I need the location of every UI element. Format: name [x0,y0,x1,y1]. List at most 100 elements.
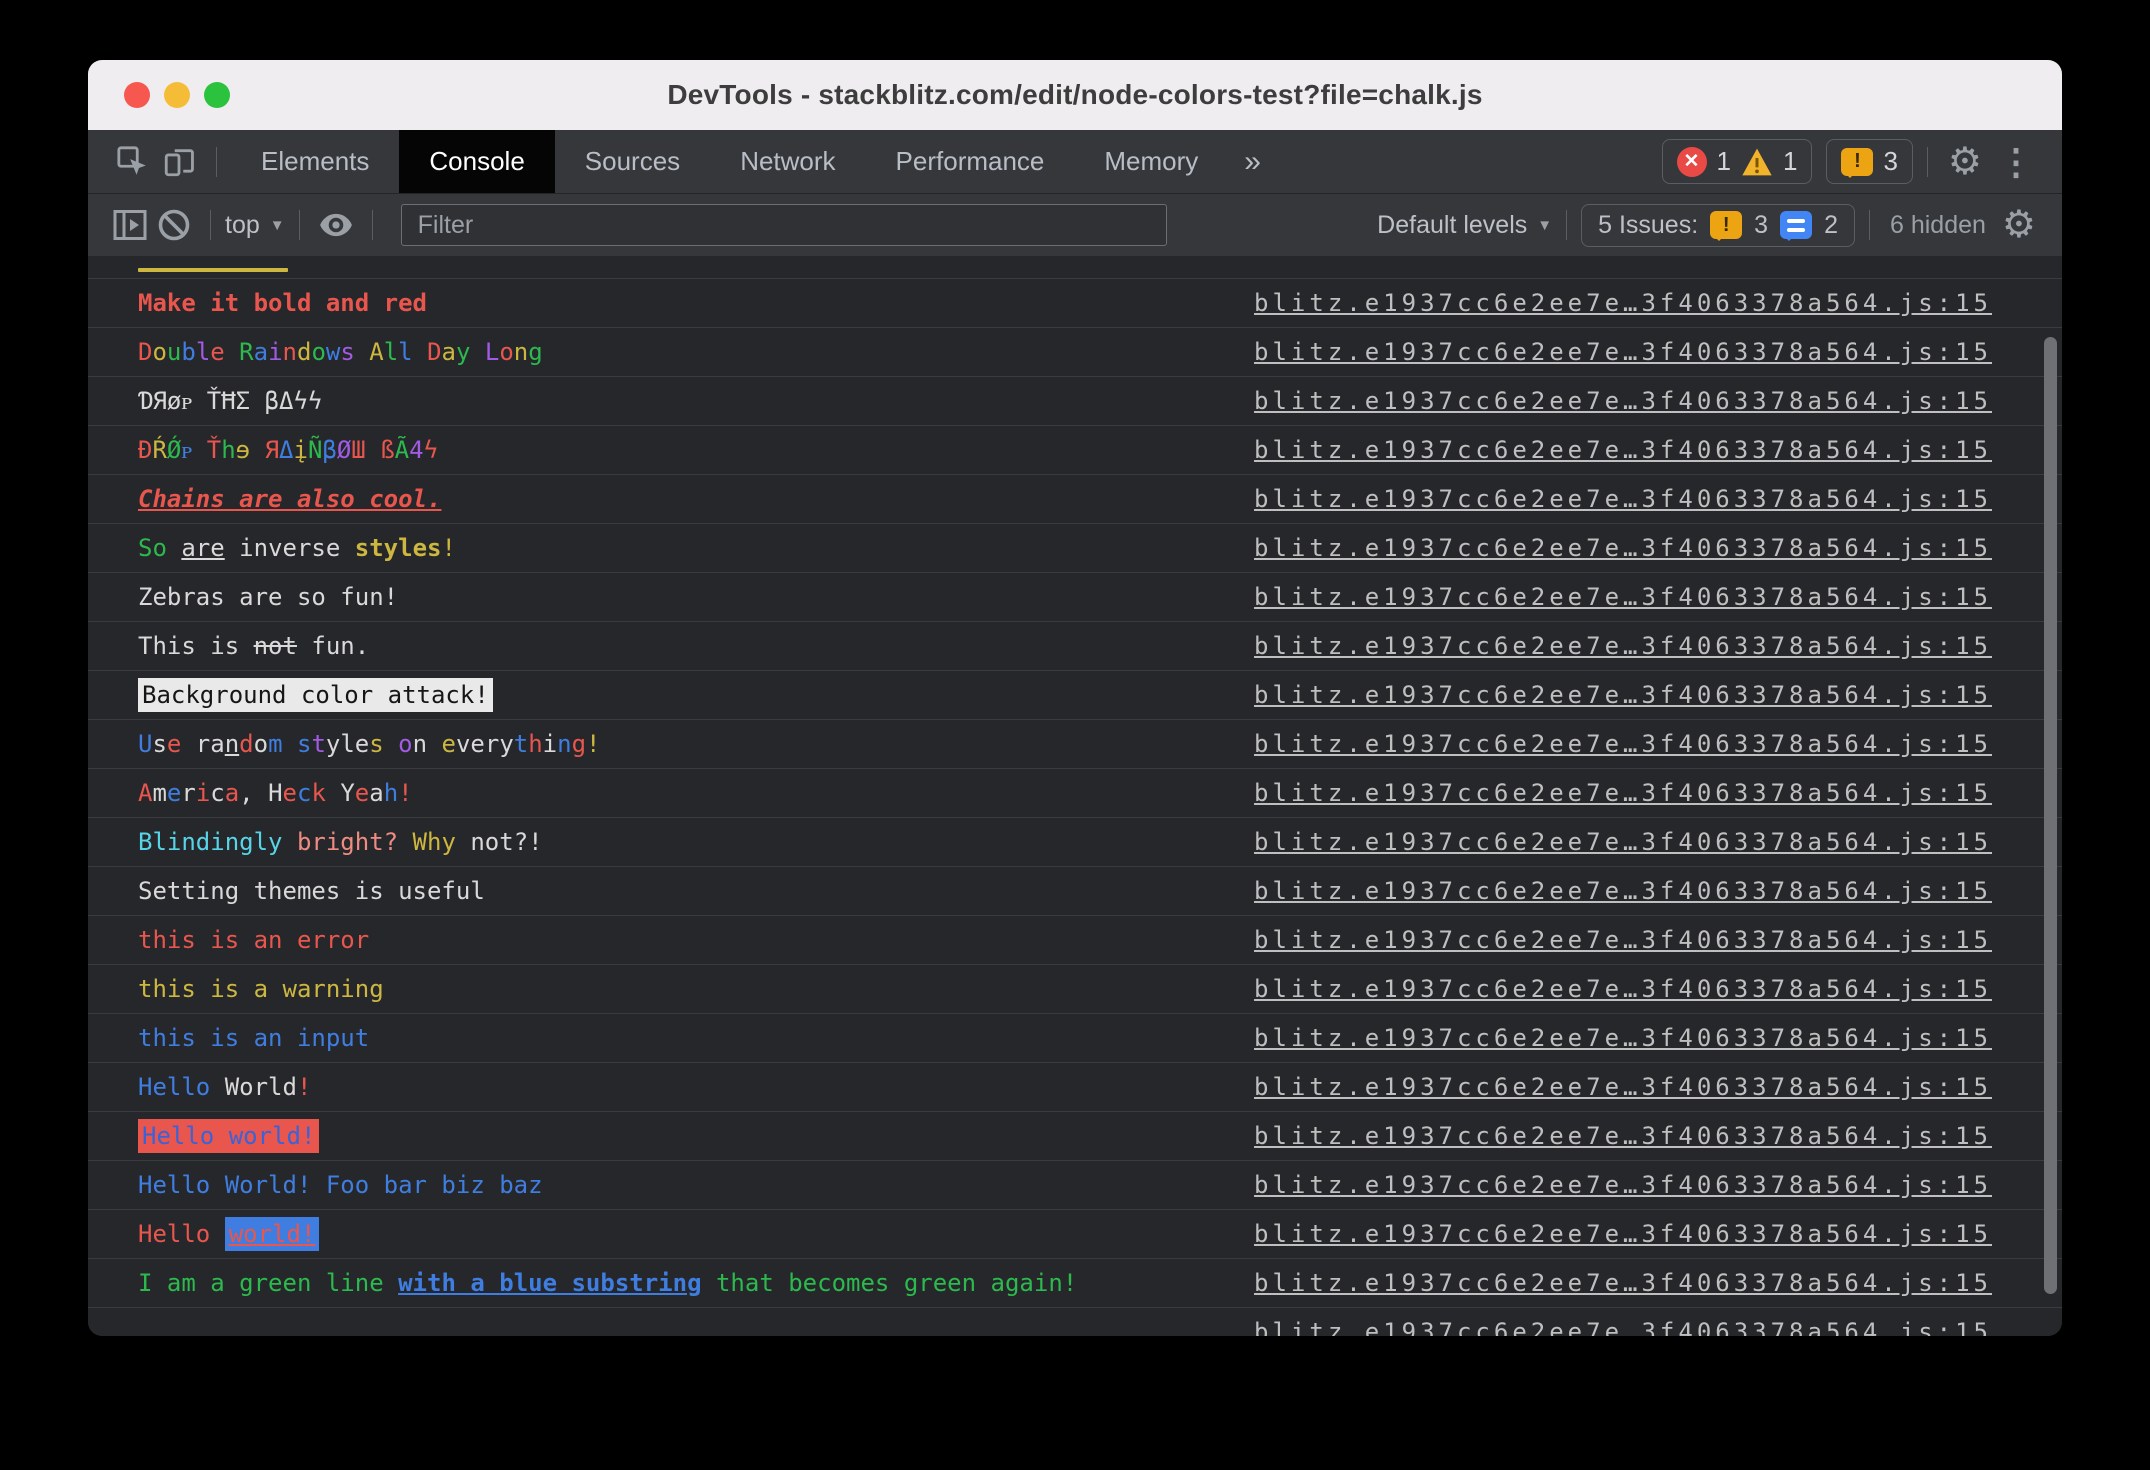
divider [1566,210,1568,240]
minimize-window-button[interactable] [164,82,190,108]
source-link[interactable]: blitz.e1937cc6e2ee7e…3f4063378a564.js:15 [1254,779,1992,807]
divider [216,146,217,177]
console-row: Setting themes is useful blitz.e1937cc6e2… [88,867,2062,916]
source-link[interactable]: blitz.e1937cc6e2ee7e…3f4063378a564.js:15 [1254,485,1992,513]
log-levels-selector[interactable]: Default levels ▼ [1377,211,1552,240]
issues-label: 5 Issues: [1598,210,1699,239]
console-row: Use ra n d o m s t yle s on e very t h i n g! blitz.e1… [88,720,2062,769]
divider [210,210,211,240]
window-title: DevTools - stackblitz.com/edit/node-colo… [667,79,1483,110]
device-toolbar-icon[interactable] [156,139,202,185]
console-row: Hello world! blitz.e1937cc6e2ee7e…3f40633… [88,1210,2062,1259]
breaking-issue-count: 3 [1754,210,1769,239]
console-message: Setting themes is useful [138,877,485,905]
source-link[interactable]: blitz.e1937cc6e2ee7e…3f4063378a564.js:15 [1254,1269,1992,1297]
console-message [138,268,288,278]
close-window-button[interactable] [124,82,150,108]
console-toolbar: top ▼ Default levels ▼ 5 Issues: ! 3 2 6… [88,194,2062,257]
console-message: Double Raindows All Day Long [138,338,543,366]
console-row: America, Heck Ye a h! blitz.e1937cc6e2ee7e…… [88,769,2062,818]
console-row: Zebras are so fun! blitz.e1937cc6e2ee7e…3… [88,573,2062,622]
console-row: This is not fun. blitz.e1937cc6e2ee7e…3f4… [88,622,2062,671]
console-row: Hello World! Foo bar biz baz blitz.e1937c… [88,1161,2062,1210]
console-settings-gear-icon[interactable]: ⚙ [2002,206,2036,244]
title-bar: DevTools - stackblitz.com/edit/node-colo… [88,60,2062,130]
console-message: Blindingly bright? Why not?! [138,828,543,856]
source-link[interactable]: blitz.e1937cc6e2ee7e…3f4063378a564.js:15 [1254,1318,1992,1336]
console-row: this is a warning blitz.e1937cc6e2ee7e…3f… [88,965,2062,1014]
console-row: ƊЯøᴘ ŤĦΣ βΔϟϟ blitz.e1937cc6e2ee7e…3f4063… [88,377,2062,426]
console-row: blitz.e1937cc6e2ee7e…3f4063378a564.js:15 [88,1308,2062,1336]
source-link[interactable]: blitz.e1937cc6e2ee7e…3f4063378a564.js:15 [1254,583,1992,611]
source-link[interactable]: blitz.e1937cc6e2ee7e…3f4063378a564.js:15 [1254,436,1992,464]
tab-memory[interactable]: Memory [1074,130,1228,193]
source-link[interactable]: blitz.e1937cc6e2ee7e…3f4063378a564.js:15 [1254,632,1992,660]
clear-console-icon[interactable] [152,203,196,247]
divider [1868,210,1870,240]
clipped-underline-remnant [138,268,288,272]
divider [1926,146,1928,177]
tab-performance[interactable]: Performance [866,130,1075,193]
inspect-element-icon[interactable] [110,139,156,185]
source-link[interactable]: blitz.e1937cc6e2ee7e…3f4063378a564.js:15 [1254,828,1992,856]
sidebar-toggle-icon[interactable] [108,203,152,247]
console-message: Hello world! [138,1217,320,1251]
console-message: This is not fun. [138,632,370,660]
source-link[interactable]: blitz.e1937cc6e2ee7e…3f4063378a564.js:15 [1254,681,1992,709]
source-link[interactable]: blitz.e1937cc6e2ee7e…3f4063378a564.js:15 [1254,1122,1992,1150]
live-expression-eye-icon[interactable] [314,203,358,247]
issues-count: 3 [1883,146,1898,176]
console-message: Use ra n d o m s t yle s on e very t h i n g! [138,730,601,758]
source-link[interactable]: blitz.e1937cc6e2ee7e…3f4063378a564.js:15 [1254,1171,1992,1199]
more-tabs-icon[interactable]: » [1228,145,1277,179]
source-link[interactable]: blitz.e1937cc6e2ee7e…3f4063378a564.js:15 [1254,1073,1992,1101]
console-message: Background color attack! [138,678,493,712]
console-message: Hello world! [138,1119,320,1153]
console-message: Make it bold and red [138,289,427,317]
console-row: Hello world! blitz.e1937cc6e2ee7e…3f40633… [88,1112,2062,1161]
source-link[interactable]: blitz.e1937cc6e2ee7e…3f4063378a564.js:15 [1254,730,1992,758]
source-link[interactable]: blitz.e1937cc6e2ee7e…3f4063378a564.js:15 [1254,975,1992,1003]
scrollbar-thumb[interactable] [2044,337,2057,1294]
console-row: Background color attack! blitz.e1937cc6e2… [88,671,2062,720]
issues-badge[interactable]: ! 3 [1826,139,1913,184]
error-icon: ✕ [1676,146,1707,177]
console-message: this is a warning [138,975,384,1003]
console-message: this is an error [138,926,370,954]
console-row: ĐŔǾᴘ Ťhɘ ЯΔįÑβØШ ß Ã 4 ϟ blitz.e1937cc6e2ee7… [88,426,2062,475]
issues-counter[interactable]: 5 Issues: ! 3 2 [1581,203,1855,247]
devtools-tab-bar: Elements Console Sources Network Performance… [88,130,2062,194]
tab-sources[interactable]: Sources [555,130,710,193]
source-link[interactable]: blitz.e1937cc6e2ee7e…3f4063378a564.js:15 [1254,1024,1992,1052]
console-row: Make it bold and red blitz.e1937cc6e2ee7e… [88,279,2062,328]
source-link[interactable]: blitz.e1937cc6e2ee7e…3f4063378a564.js:15 [1254,926,1992,954]
console-message: Zebras are so fun! [138,583,399,611]
settings-gear-icon[interactable]: ⚙ [1948,143,1982,181]
context-selector[interactable]: top ▼ [225,211,285,240]
console-row: Blindingly bright? Why not?! blitz.e1937c… [88,818,2062,867]
tab-console[interactable]: Console [399,130,555,193]
console-message: ƊЯøᴘ ŤĦΣ βΔϟϟ [138,386,323,415]
filter-input-box[interactable] [400,204,1167,246]
source-link[interactable]: blitz.e1937cc6e2ee7e…3f4063378a564.js:15 [1254,387,1992,415]
source-link[interactable]: blitz.e1937cc6e2ee7e…3f4063378a564.js:15 [1254,289,1992,317]
tab-network[interactable]: Network [710,130,865,193]
kebab-menu-icon[interactable]: ⋮ [1998,141,2034,183]
chevron-down-icon: ▼ [1537,216,1553,234]
tab-strip: Elements Console Sources Network Performance… [231,130,1228,193]
source-link[interactable]: blitz.e1937cc6e2ee7e…3f4063378a564.js:15 [1254,1220,1992,1248]
console-row: Hello World! blitz.e1937cc6e2ee7e…3f40633… [88,1063,2062,1112]
breaking-issue-icon: ! [1710,211,1743,241]
source-link[interactable]: blitz.e1937cc6e2ee7e…3f4063378a564.js:15 [1254,877,1992,905]
info-issue-icon [1780,211,1813,241]
chevron-down-icon: ▼ [269,216,285,234]
filter-input[interactable] [415,209,1152,241]
source-link[interactable]: blitz.e1937cc6e2ee7e…3f4063378a564.js:15 [1254,534,1992,562]
tab-elements[interactable]: Elements [231,130,399,193]
zoom-window-button[interactable] [204,82,230,108]
console-message: I am a green line with a blue substring … [138,1269,1078,1297]
errors-warnings-badge[interactable]: ✕ 1 1 [1661,139,1813,184]
console-row: Chains are also cool. blitz.e1937cc6e2ee7… [88,475,2062,524]
source-link[interactable]: blitz.e1937cc6e2ee7e…3f4063378a564.js:15 [1254,338,1992,366]
console-message: Chains are also cool. [138,485,442,513]
